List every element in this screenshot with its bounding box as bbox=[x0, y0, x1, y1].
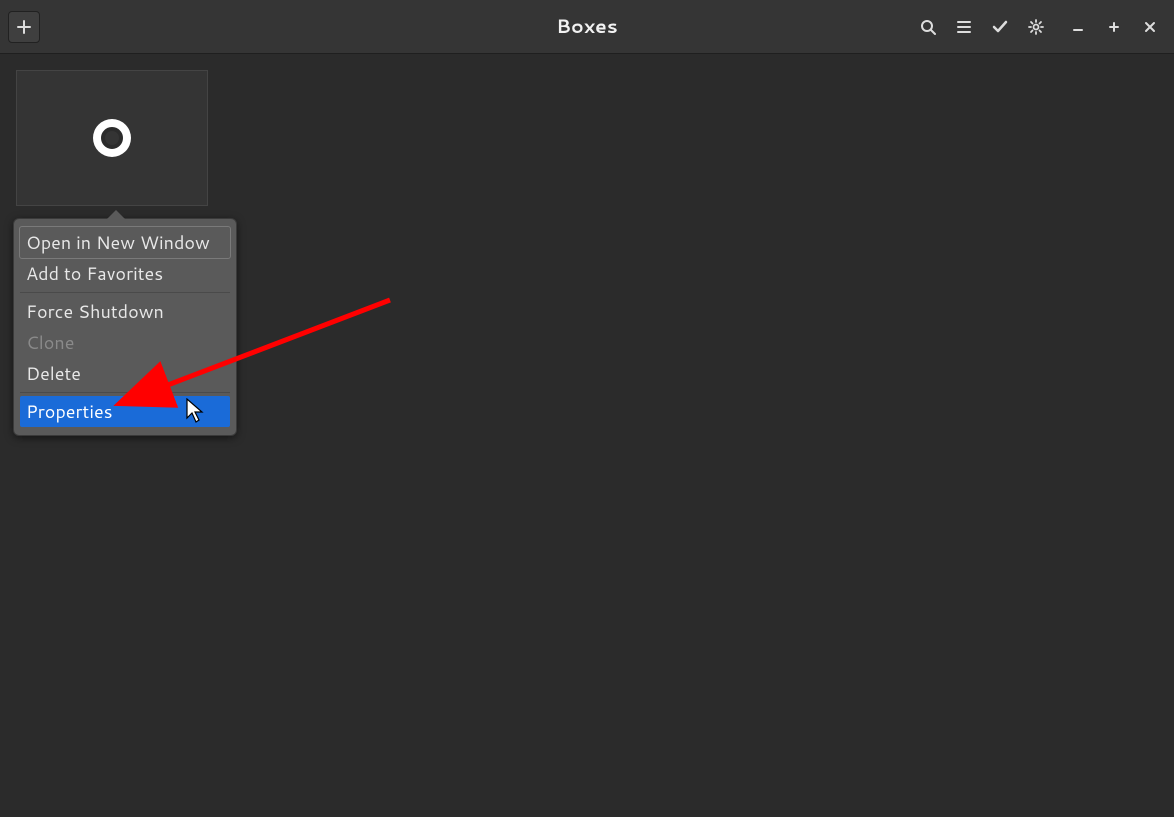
menu-open-new-window[interactable]: Open in New Window bbox=[20, 227, 230, 258]
headerbar: Boxes bbox=[0, 0, 1174, 54]
menu-clone: Clone bbox=[20, 327, 230, 358]
disc-icon bbox=[93, 119, 131, 157]
list-view-button[interactable] bbox=[948, 11, 980, 43]
plus-icon bbox=[17, 20, 31, 34]
maximize-icon bbox=[1108, 21, 1120, 33]
menu-separator bbox=[20, 392, 230, 393]
check-icon bbox=[992, 19, 1008, 35]
minimize-icon bbox=[1072, 21, 1084, 33]
menu-separator bbox=[20, 292, 230, 293]
menu-force-shutdown[interactable]: Force Shutdown bbox=[20, 296, 230, 327]
window-controls bbox=[1060, 11, 1168, 43]
list-icon bbox=[956, 19, 972, 35]
select-button[interactable] bbox=[984, 11, 1016, 43]
maximize-button[interactable] bbox=[1098, 11, 1130, 43]
minimize-button[interactable] bbox=[1062, 11, 1094, 43]
search-button[interactable] bbox=[912, 11, 944, 43]
header-right bbox=[910, 11, 1168, 43]
close-button[interactable] bbox=[1134, 11, 1166, 43]
gear-icon bbox=[1028, 19, 1044, 35]
preferences-button[interactable] bbox=[1020, 11, 1052, 43]
search-icon bbox=[920, 19, 936, 35]
close-icon bbox=[1144, 21, 1156, 33]
menu-delete[interactable]: Delete bbox=[20, 358, 230, 389]
menu-properties[interactable]: Properties bbox=[20, 396, 230, 427]
context-menu: Open in New Window Add to Favorites Forc… bbox=[13, 218, 237, 436]
new-button[interactable] bbox=[8, 11, 40, 43]
vm-thumbnail[interactable] bbox=[16, 70, 208, 206]
menu-add-favorites[interactable]: Add to Favorites bbox=[20, 258, 230, 289]
window-title: Boxes bbox=[556, 13, 618, 40]
